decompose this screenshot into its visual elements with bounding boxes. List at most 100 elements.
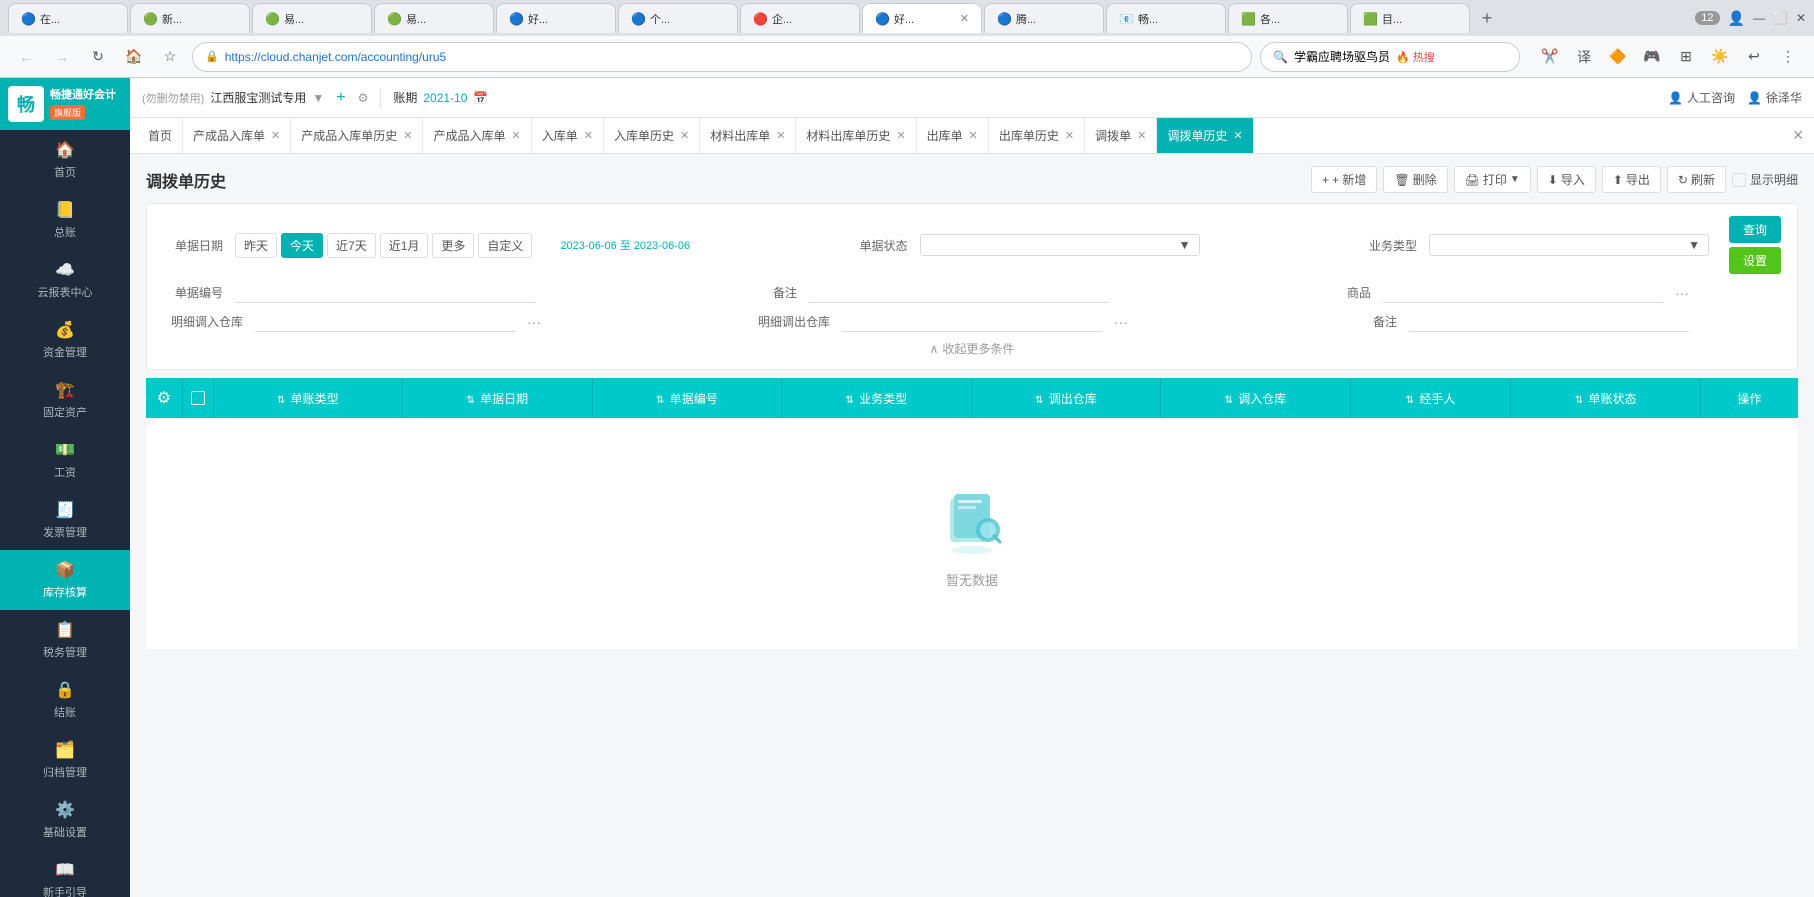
top-bar-gear-icon[interactable]: ⚙ bbox=[358, 91, 369, 105]
tab-cprk-close[interactable]: ✕ bbox=[271, 129, 280, 142]
th-checkbox[interactable] bbox=[182, 378, 213, 418]
service-button[interactable]: 👤 人工咨询 bbox=[1668, 89, 1735, 106]
menu-icon[interactable]: ⋮ bbox=[1774, 43, 1802, 71]
minimize-icon[interactable]: — bbox=[1753, 11, 1765, 25]
select-all-checkbox[interactable] bbox=[191, 391, 205, 405]
sidebar-item-basic[interactable]: ⚙️ 基础设置 bbox=[0, 790, 130, 850]
browser-tab-1[interactable]: 🔵 在... bbox=[8, 3, 128, 33]
new-tab-button[interactable]: + bbox=[1472, 3, 1502, 33]
tab-clck-close[interactable]: ✕ bbox=[776, 129, 785, 142]
page-tab-rklishi[interactable]: 入库单历史 ✕ bbox=[604, 118, 700, 154]
page-tab-cklishi[interactable]: 出库单历史 ✕ bbox=[989, 118, 1085, 154]
table-gear-icon[interactable]: ⚙ bbox=[154, 388, 174, 408]
import-button[interactable]: ⬇ 导入 bbox=[1537, 166, 1596, 193]
sidebar-item-cloud-report[interactable]: ☁️ 云报表中心 bbox=[0, 250, 130, 310]
sidebar-item-home[interactable]: 🏠 首页 bbox=[0, 130, 130, 190]
th-doc-no[interactable]: ⇅ 单据编号 bbox=[592, 378, 782, 418]
sidebar-item-capital[interactable]: 💰 资金管理 bbox=[0, 310, 130, 370]
page-tab-dblishi[interactable]: 调拨单历史 ✕ bbox=[1157, 118, 1253, 154]
tabs-close-all[interactable]: ✕ bbox=[1782, 127, 1814, 144]
remark-input[interactable] bbox=[809, 282, 1109, 303]
period-selector[interactable]: 账期 2021-10 📅 bbox=[393, 89, 488, 106]
th-settings[interactable]: ⚙ bbox=[146, 378, 182, 418]
sidebar-logo[interactable]: 畅 畅捷通好会计 旗舰版 bbox=[0, 78, 130, 130]
page-tab-cprk[interactable]: 产成品入库单 ✕ bbox=[183, 118, 291, 154]
page-tab-clck[interactable]: 材料出库单 ✕ bbox=[700, 118, 796, 154]
forward-button[interactable]: → bbox=[48, 43, 76, 71]
tab-rklishi-close[interactable]: ✕ bbox=[680, 129, 689, 142]
extension-icon2[interactable]: 🎮 bbox=[1638, 43, 1666, 71]
detail-in-input[interactable] bbox=[255, 311, 515, 332]
status-select[interactable]: ▼ bbox=[920, 234, 1200, 256]
more-btn[interactable]: 更多 bbox=[432, 233, 474, 258]
tab-clcklishi-close[interactable]: ✕ bbox=[896, 129, 905, 142]
browser-tab-11[interactable]: 🟩 各... bbox=[1228, 3, 1348, 33]
tab-close-icon[interactable]: ✕ bbox=[960, 12, 969, 25]
th-doc-date[interactable]: ⇅ 单据日期 bbox=[403, 378, 593, 418]
user-info[interactable]: 👤 徐泽华 bbox=[1747, 89, 1802, 106]
close-window-icon[interactable]: ✕ bbox=[1796, 11, 1806, 25]
detail-in-ellipsis[interactable]: ··· bbox=[527, 314, 541, 330]
tab-cprklishi-close[interactable]: ✕ bbox=[403, 129, 412, 142]
sidebar-item-tax[interactable]: 📋 税务管理 bbox=[0, 610, 130, 670]
sidebar-item-archive[interactable]: 🗂️ 归档管理 bbox=[0, 730, 130, 790]
tab-dblishi-close[interactable]: ✕ bbox=[1233, 129, 1242, 142]
page-tab-db[interactable]: 调拨单 ✕ bbox=[1085, 118, 1157, 154]
th-biz-type[interactable]: ⇅ 业务类型 bbox=[782, 378, 972, 418]
docno-input[interactable] bbox=[235, 282, 535, 303]
url-bar[interactable]: 🔒 https://cloud.chanjet.com/accounting/u… bbox=[192, 42, 1252, 72]
tab-db-close[interactable]: ✕ bbox=[1137, 129, 1146, 142]
sidebar-item-salary[interactable]: 💵 工资 bbox=[0, 430, 130, 490]
top-bar-plus[interactable]: + bbox=[336, 89, 345, 107]
remark2-input[interactable] bbox=[1409, 311, 1689, 332]
page-tab-clcklishi[interactable]: 材料出库单历史 ✕ bbox=[796, 118, 916, 154]
bookmark-button[interactable]: ☆ bbox=[156, 43, 184, 71]
page-tab-home[interactable]: 首页 bbox=[138, 118, 183, 154]
browser-tab-6[interactable]: 🔵 个... bbox=[618, 3, 738, 33]
th-handler[interactable]: ⇅ 经手人 bbox=[1350, 378, 1511, 418]
maximize-icon[interactable]: ⬜ bbox=[1773, 11, 1788, 25]
browser-tab-2[interactable]: 🟢 新... bbox=[130, 3, 250, 33]
detail-out-input[interactable] bbox=[842, 311, 1102, 332]
sidebar-item-close[interactable]: 🔒 结账 bbox=[0, 670, 130, 730]
yesterday-btn[interactable]: 昨天 bbox=[235, 233, 277, 258]
week-btn[interactable]: 近7天 bbox=[327, 233, 376, 258]
print-button[interactable]: 🖨 打印 ▼ bbox=[1454, 166, 1531, 193]
biz-type-select[interactable]: ▼ bbox=[1429, 234, 1709, 256]
browser-tab-8[interactable]: 🔵 好... ✕ bbox=[862, 3, 982, 33]
translate-icon[interactable]: 译 bbox=[1570, 43, 1598, 71]
tab-ck-close[interactable]: ✕ bbox=[969, 129, 978, 142]
today-btn[interactable]: 今天 bbox=[281, 233, 323, 258]
refresh-button[interactable]: ↻ bbox=[84, 43, 112, 71]
delete-button[interactable]: 🗑 删除 bbox=[1383, 166, 1447, 193]
setting-button[interactable]: 设置 bbox=[1729, 247, 1781, 274]
th-in-warehouse[interactable]: ⇅ 调入仓库 bbox=[1161, 378, 1351, 418]
goods-ellipsis[interactable]: ··· bbox=[1675, 285, 1689, 301]
page-tab-cprk2[interactable]: 产成品入库单 ✕ bbox=[423, 118, 531, 154]
detail-out-ellipsis[interactable]: ··· bbox=[1114, 314, 1128, 330]
display-detail-checkbox[interactable]: 显示明细 bbox=[1732, 171, 1798, 188]
goods-input[interactable] bbox=[1383, 282, 1663, 303]
home-button[interactable]: 🏠 bbox=[120, 43, 148, 71]
browser-tab-9[interactable]: 🔵 腾... bbox=[984, 3, 1104, 33]
page-tab-rk[interactable]: 入库单 ✕ bbox=[532, 118, 604, 154]
tab-cklishi-close[interactable]: ✕ bbox=[1065, 129, 1074, 142]
browser-tab-10[interactable]: 📧 畅... bbox=[1106, 3, 1226, 33]
browser-tab-7[interactable]: 🔴 企... bbox=[740, 3, 860, 33]
sidebar-item-guide[interactable]: 📖 新手引导 bbox=[0, 850, 130, 897]
month-btn[interactable]: 近1月 bbox=[380, 233, 429, 258]
sidebar-item-invoice[interactable]: 🧾 发票管理 bbox=[0, 490, 130, 550]
th-doc-type[interactable]: ⇅ 单账类型 bbox=[213, 378, 403, 418]
sidebar-item-inventory[interactable]: 📦 库存核算 bbox=[0, 550, 130, 610]
back-button[interactable]: ← bbox=[12, 43, 40, 71]
query-button[interactable]: 查询 bbox=[1729, 216, 1781, 243]
browser-tab-12[interactable]: 🟩 目... bbox=[1350, 3, 1470, 33]
brightness-icon[interactable]: ☀️ bbox=[1706, 43, 1734, 71]
sidebar-item-fixed-assets[interactable]: 🏗️ 固定资产 bbox=[0, 370, 130, 430]
refresh-button[interactable]: ↻ 刷新 bbox=[1667, 166, 1726, 193]
browser-tab-3[interactable]: 🟢 易... bbox=[252, 3, 372, 33]
page-tab-ck[interactable]: 出库单 ✕ bbox=[917, 118, 989, 154]
company-selector[interactable]: (勿删勿禁用) 江西服宝测试专用 ▼ bbox=[142, 89, 324, 106]
new-button[interactable]: + + 新增 bbox=[1311, 166, 1377, 193]
grid-icon[interactable]: ⊞ bbox=[1672, 43, 1700, 71]
